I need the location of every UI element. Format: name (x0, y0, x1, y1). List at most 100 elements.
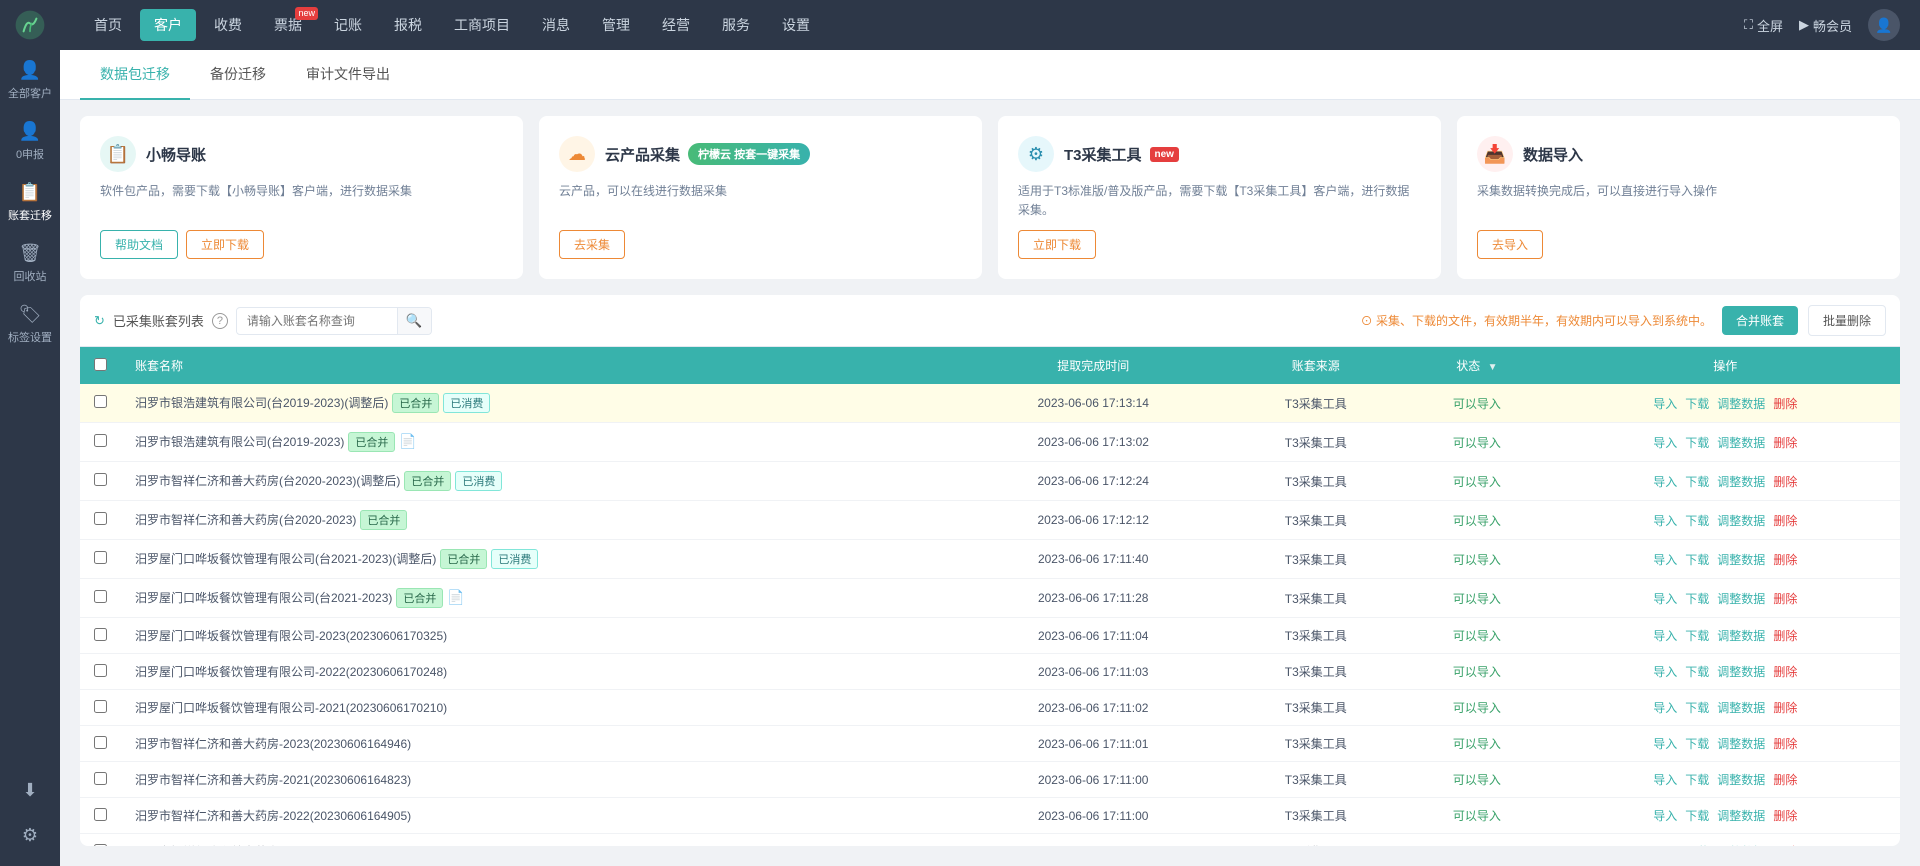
delete-link[interactable]: 删除 (1773, 436, 1797, 450)
member-btn[interactable]: ▶ 畅会员 (1799, 16, 1852, 35)
delete-link[interactable]: 删除 (1773, 397, 1797, 411)
delete-link[interactable]: 删除 (1773, 701, 1797, 715)
nav-management[interactable]: 管理 (588, 9, 644, 41)
adjust-link[interactable]: 调整数据 (1717, 475, 1765, 489)
row-checkbox[interactable] (94, 512, 107, 525)
import-link[interactable]: 导入 (1653, 809, 1677, 823)
delete-link[interactable]: 删除 (1773, 592, 1797, 606)
download-link[interactable]: 下载 (1685, 629, 1709, 643)
adjust-link[interactable]: 调整数据 (1717, 553, 1765, 567)
row-checkbox[interactable] (94, 664, 107, 677)
nav-billing[interactable]: 收费 (200, 9, 256, 41)
adjust-link[interactable]: 调整数据 (1717, 845, 1765, 846)
import-link[interactable]: 导入 (1653, 737, 1677, 751)
download-link[interactable]: 下载 (1685, 397, 1709, 411)
download-link[interactable]: 下载 (1685, 845, 1709, 846)
import-link[interactable]: 导入 (1653, 592, 1677, 606)
import-link[interactable]: 导入 (1653, 845, 1677, 846)
adjust-link[interactable]: 调整数据 (1717, 809, 1765, 823)
row-checkbox[interactable] (94, 590, 107, 603)
download-link[interactable]: 下载 (1685, 809, 1709, 823)
adjust-link[interactable]: 调整数据 (1717, 629, 1765, 643)
delete-link[interactable]: 删除 (1773, 737, 1797, 751)
download-link[interactable]: 下载 (1685, 514, 1709, 528)
import-link[interactable]: 导入 (1653, 436, 1677, 450)
delete-link[interactable]: 删除 (1773, 665, 1797, 679)
adjust-link[interactable]: 调整数据 (1717, 665, 1765, 679)
merge-btn[interactable]: 合并账套 (1722, 306, 1798, 335)
go-import-btn[interactable]: 去导入 (1477, 230, 1543, 259)
logo[interactable] (0, 0, 60, 50)
row-file-icon[interactable]: 📄 (447, 589, 464, 605)
download-link[interactable]: 下载 (1685, 553, 1709, 567)
import-link[interactable]: 导入 (1653, 514, 1677, 528)
search-btn[interactable]: 🔍 (397, 308, 431, 334)
go-collect-btn[interactable]: 去采集 (559, 230, 625, 259)
import-link[interactable]: 导入 (1653, 553, 1677, 567)
delete-link[interactable]: 删除 (1773, 629, 1797, 643)
row-checkbox[interactable] (94, 772, 107, 785)
help-doc-btn[interactable]: 帮助文档 (100, 230, 178, 259)
sidebar-settings[interactable]: ⚙ (0, 815, 60, 856)
delete-link[interactable]: 删除 (1773, 809, 1797, 823)
import-link[interactable]: 导入 (1653, 475, 1677, 489)
row-checkbox[interactable] (94, 473, 107, 486)
download-link[interactable]: 下载 (1685, 737, 1709, 751)
download-link[interactable]: 下载 (1685, 592, 1709, 606)
row-checkbox[interactable] (94, 395, 107, 408)
import-link[interactable]: 导入 (1653, 701, 1677, 715)
download-link[interactable]: 下载 (1685, 773, 1709, 787)
row-checkbox[interactable] (94, 736, 107, 749)
batch-delete-btn[interactable]: 批量删除 (1808, 305, 1886, 336)
download-link[interactable]: 下载 (1685, 665, 1709, 679)
adjust-link[interactable]: 调整数据 (1717, 436, 1765, 450)
nav-message[interactable]: 消息 (528, 9, 584, 41)
select-all-checkbox[interactable] (94, 358, 107, 371)
tab-backup-migrate[interactable]: 备份迁移 (190, 50, 286, 100)
row-file-icon[interactable]: 📄 (399, 433, 416, 449)
download-link[interactable]: 下载 (1685, 436, 1709, 450)
sidebar-item-recycle-bin[interactable]: 🗑 回收站 (0, 233, 60, 294)
nav-client[interactable]: 客户 (140, 9, 196, 41)
tab-audit-export[interactable]: 审计文件导出 (286, 50, 410, 100)
import-link[interactable]: 导入 (1653, 773, 1677, 787)
nav-invoice[interactable]: 票据 new (260, 9, 316, 41)
delete-link[interactable]: 删除 (1773, 475, 1797, 489)
refresh-icon[interactable]: ↻ (94, 313, 105, 329)
delete-link[interactable]: 删除 (1773, 553, 1797, 567)
sidebar-item-all-clients[interactable]: 👤 全部客户 (0, 50, 60, 111)
nav-bookkeeping[interactable]: 记账 (320, 9, 376, 41)
nav-tax[interactable]: 报税 (380, 9, 436, 41)
delete-link[interactable]: 删除 (1773, 845, 1797, 846)
adjust-link[interactable]: 调整数据 (1717, 701, 1765, 715)
download-t3-btn[interactable]: 立即下载 (1018, 230, 1096, 259)
help-icon[interactable]: ? (212, 313, 228, 329)
user-avatar[interactable]: 👤 (1868, 9, 1900, 41)
adjust-link[interactable]: 调整数据 (1717, 397, 1765, 411)
delete-link[interactable]: 删除 (1773, 514, 1797, 528)
tab-data-migrate[interactable]: 数据包迁移 (80, 50, 190, 100)
nav-biz-project[interactable]: 工商项目 (440, 9, 524, 41)
sidebar-item-account-migrate[interactable]: 📋 账套迁移 (0, 172, 60, 233)
sidebar-item-zero-report[interactable]: 👤 0申报 (0, 111, 60, 172)
row-checkbox[interactable] (94, 808, 107, 821)
sidebar-download[interactable]: ⬇ (0, 770, 60, 811)
nav-settings[interactable]: 设置 (768, 9, 824, 41)
nav-operation[interactable]: 经营 (648, 9, 704, 41)
search-input[interactable] (237, 309, 397, 333)
adjust-link[interactable]: 调整数据 (1717, 592, 1765, 606)
download-link[interactable]: 下载 (1685, 475, 1709, 489)
adjust-link[interactable]: 调整数据 (1717, 737, 1765, 751)
row-checkbox[interactable] (94, 844, 107, 846)
import-link[interactable]: 导入 (1653, 397, 1677, 411)
row-checkbox[interactable] (94, 700, 107, 713)
download-link[interactable]: 下载 (1685, 701, 1709, 715)
nav-service[interactable]: 服务 (708, 9, 764, 41)
row-checkbox[interactable] (94, 434, 107, 447)
sidebar-item-tag-settings[interactable]: 🏷 标签设置 (0, 294, 60, 355)
delete-link[interactable]: 删除 (1773, 773, 1797, 787)
row-checkbox[interactable] (94, 628, 107, 641)
import-link[interactable]: 导入 (1653, 629, 1677, 643)
row-checkbox[interactable] (94, 551, 107, 564)
import-link[interactable]: 导入 (1653, 665, 1677, 679)
